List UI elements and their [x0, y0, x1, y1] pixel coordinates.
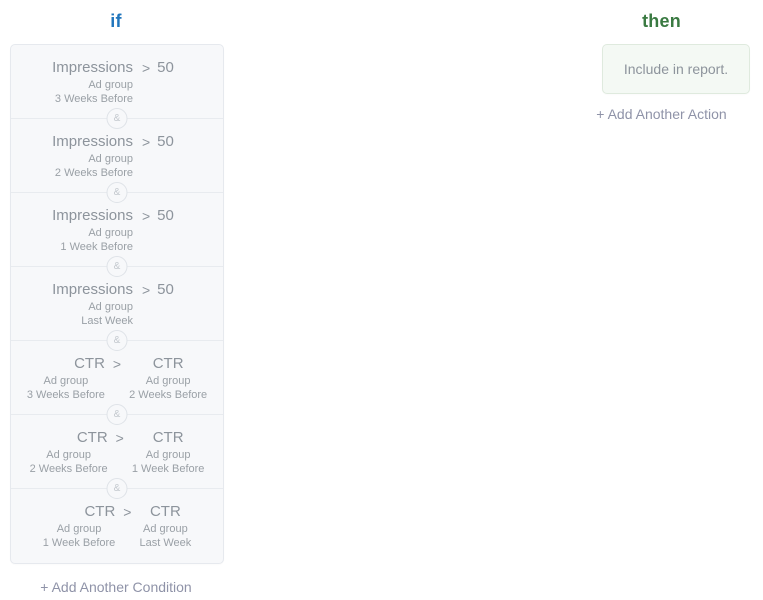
condition-row[interactable]: CTR Ad group 3 Weeks Before > CTR Ad group 2 W…: [11, 341, 223, 425]
condition-value: 50: [157, 280, 174, 298]
condition-row[interactable]: CTR Ad group 1 Week Before > CTR Ad group Last…: [11, 489, 223, 563]
condition-period: 3 Weeks Before: [54, 92, 133, 105]
condition-right-scope: Ad group: [145, 374, 191, 387]
rule-builder-board: if Impressions Ad group 3 Weeks Before >50 &…: [0, 0, 763, 600]
condition-scope: Ad group: [88, 78, 133, 91]
condition-right-scope: Ad group: [143, 523, 188, 535]
condition-right-scope: Ad group: [145, 448, 191, 461]
condition-metric: Impressions: [52, 280, 133, 298]
condition-left-scope: Ad group: [43, 374, 89, 387]
condition-operator: >: [141, 207, 151, 224]
condition-period: 2 Weeks Before: [54, 166, 133, 179]
condition-operator: >: [141, 59, 151, 76]
condition-value: 50: [157, 132, 174, 150]
condition-right-metric: CTR: [152, 428, 184, 446]
if-column: if Impressions Ad group 3 Weeks Before >50 &…: [0, 0, 232, 595]
condition-operator: >: [141, 281, 151, 298]
and-joiner-icon: &: [106, 330, 128, 351]
condition-left-metric: CTR: [76, 428, 108, 446]
action-label: Include in report.: [623, 61, 729, 77]
condition-left-scope: Ad group: [56, 523, 102, 535]
condition-right-metric: CTR: [149, 503, 181, 520]
condition-operator: >: [141, 133, 151, 150]
condition-metric: Impressions: [52, 132, 133, 150]
and-joiner-icon: &: [106, 256, 128, 277]
condition-right-period: Last Week: [139, 537, 192, 549]
then-column: then Include in report. + Add Another Ac…: [560, 0, 763, 122]
and-joiner-icon: &: [106, 182, 128, 203]
condition-left-period: 2 Weeks Before: [29, 462, 108, 475]
condition-operator: >: [123, 504, 132, 520]
condition-scope: Ad group: [88, 300, 133, 313]
condition-period: Last Week: [81, 314, 133, 327]
action-card[interactable]: Include in report.: [602, 44, 750, 94]
and-joiner-icon: &: [106, 108, 128, 129]
condition-row[interactable]: Impressions Ad group 1 Week Before >50 &: [11, 193, 223, 277]
then-column-heading: then: [642, 11, 681, 31]
add-another-action-link[interactable]: + Add Another Action: [560, 105, 763, 123]
condition-left-metric: CTR: [84, 503, 116, 520]
condition-right-metric: CTR: [152, 354, 184, 372]
condition-metric: Impressions: [52, 206, 133, 224]
condition-value: 50: [157, 206, 174, 224]
and-joiner-icon: &: [106, 404, 128, 425]
condition-row[interactable]: Impressions Ad group 2 Weeks Before >50 &: [11, 119, 223, 203]
if-column-heading: if: [110, 11, 122, 31]
condition-left-metric: CTR: [74, 354, 105, 372]
condition-metric: Impressions: [52, 58, 133, 76]
conditions-card: Impressions Ad group 3 Weeks Before >50 & Imp…: [10, 44, 224, 564]
add-another-condition-link[interactable]: + Add Another Condition: [0, 578, 232, 596]
condition-scope: Ad group: [88, 226, 133, 239]
condition-operator: >: [112, 355, 122, 372]
condition-scope: Ad group: [88, 152, 133, 165]
condition-right-period: 1 Week Before: [131, 462, 205, 475]
condition-left-period: 1 Week Before: [42, 537, 116, 549]
condition-right-period: 2 Weeks Before: [129, 388, 208, 401]
condition-period: 1 Week Before: [60, 240, 133, 253]
condition-row[interactable]: CTR Ad group 2 Weeks Before > CTR Ad group 1 W…: [11, 415, 223, 499]
condition-left-scope: Ad group: [46, 448, 91, 461]
condition-row[interactable]: Impressions Ad group Last Week >50 &: [11, 267, 223, 351]
condition-value: 50: [157, 58, 174, 76]
condition-left-period: 3 Weeks Before: [26, 388, 105, 401]
and-joiner-icon: &: [106, 478, 128, 499]
condition-operator: >: [115, 429, 124, 446]
condition-row[interactable]: Impressions Ad group 3 Weeks Before >50 &: [11, 45, 223, 129]
